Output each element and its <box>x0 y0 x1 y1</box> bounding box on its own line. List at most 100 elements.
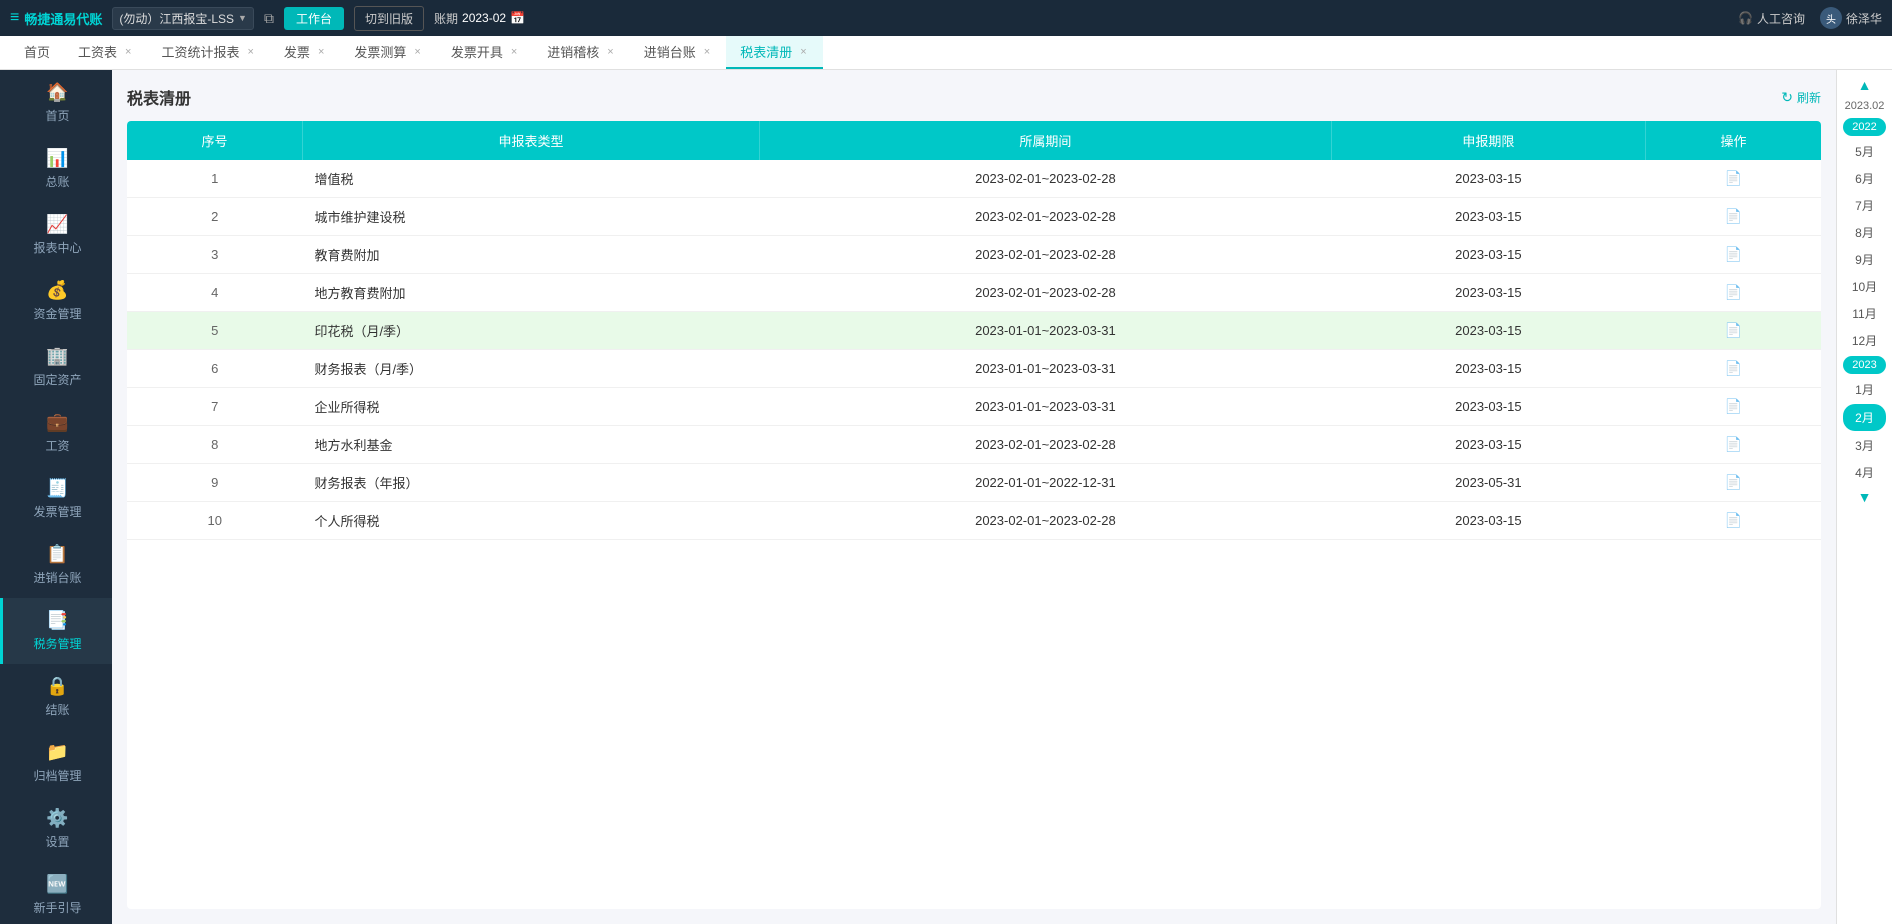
cell-action[interactable]: 📄 <box>1646 350 1821 388</box>
month-item-2022-7月[interactable]: 7月 <box>1837 192 1892 219</box>
closing-icon: 🔒 <box>46 676 68 697</box>
sidebar-item-home[interactable]: 🏠首页 <box>0 70 112 136</box>
tab-bar: 首页工资表×工资统计报表×发票×发票测算×发票开具×进销稽核×进销台账×税表清册… <box>0 36 1892 70</box>
top-bar: 畅捷通易代账 (勿动）江西报宝-LSS ⧉ 工作台 切到旧版 账期 2023-0… <box>0 0 1892 36</box>
month-item-2023-1月[interactable]: 1月 <box>1837 376 1892 403</box>
sidebar-item-ledger[interactable]: 📊总账 <box>0 136 112 202</box>
cell-type: 城市维护建设税 <box>302 198 759 236</box>
company-selector[interactable]: (勿动）江西报宝-LSS <box>112 7 254 30</box>
tab-工资统计报表[interactable]: 工资统计报表× <box>147 36 269 69</box>
row-action-icon[interactable]: 📄 <box>1725 246 1742 262</box>
sidebar: 🏠首页📊总账📈报表中心💰资金管理🏢固定资产💼工资🧾发票管理📋进销台账📑税务管理🔒… <box>0 70 112 924</box>
cell-action[interactable]: 📄 <box>1646 160 1821 198</box>
cell-deadline: 2023-03-15 <box>1331 236 1645 274</box>
cell-action[interactable]: 📄 <box>1646 274 1821 312</box>
sidebar-item-purchase[interactable]: 📋 进销台账 <box>0 532 112 598</box>
settings-icon: ⚙️ <box>46 808 68 829</box>
tab-工资表[interactable]: 工资表× <box>64 36 147 69</box>
tab-进销台账[interactable]: 进销台账× <box>630 36 726 69</box>
refresh-button[interactable]: ↻ 刷新 <box>1781 89 1821 106</box>
cell-action[interactable]: 📄 <box>1646 426 1821 464</box>
user-profile[interactable]: 头 徐泽华 <box>1820 7 1882 29</box>
sidebar-item-invoice[interactable]: 🧾发票管理 <box>0 466 112 532</box>
tab-close-工资表[interactable]: × <box>123 45 133 59</box>
copy-icon[interactable]: ⧉ <box>264 10 274 27</box>
cell-action[interactable]: 📄 <box>1646 464 1821 502</box>
sidebar-item-salary[interactable]: 💼工资 <box>0 400 112 466</box>
sidebar-label-settings: 设置 <box>45 833 69 850</box>
month-item-2022-11月[interactable]: 11月 <box>1837 300 1892 327</box>
table-row: 1增值税2023-02-01~2023-02-282023-03-15📄 <box>127 160 1821 198</box>
row-action-icon[interactable]: 📄 <box>1725 284 1742 300</box>
sidebar-item-assets[interactable]: 🏢固定资产 <box>0 334 112 400</box>
cell-deadline: 2023-03-15 <box>1331 198 1645 236</box>
sidebar-item-closing[interactable]: 🔒结账 <box>0 664 112 730</box>
sidebar-item-settings[interactable]: ⚙️ 设置 <box>0 796 112 862</box>
sidebar-item-archive[interactable]: 📁归档管理 <box>0 730 112 796</box>
row-action-icon[interactable]: 📄 <box>1725 170 1742 186</box>
tab-close-发票测算[interactable]: × <box>412 45 422 59</box>
tab-发票[interactable]: 发票× <box>270 36 340 69</box>
table-row: 9财务报表（年报）2022-01-01~2022-12-312023-05-31… <box>127 464 1821 502</box>
sidebar-label-invoice: 发票管理 <box>33 503 81 520</box>
tab-进销稽核[interactable]: 进销稽核× <box>533 36 629 69</box>
month-item-2022-10月[interactable]: 10月 <box>1837 273 1892 300</box>
panel-up-arrow[interactable]: ▲ <box>1855 74 1875 96</box>
row-action-icon[interactable]: 📄 <box>1725 398 1742 414</box>
consult-button[interactable]: 🎧 人工咨询 <box>1738 10 1805 27</box>
tab-close-税表清册[interactable]: × <box>798 45 808 59</box>
month-item-2022-9月[interactable]: 9月 <box>1837 246 1892 273</box>
cell-type: 个人所得税 <box>302 502 759 540</box>
month-item-2023-3月[interactable]: 3月 <box>1837 432 1892 459</box>
table-row: 7企业所得税2023-01-01~2023-03-312023-03-15📄 <box>127 388 1821 426</box>
cell-index: 2 <box>127 198 302 236</box>
month-item-2022-8月[interactable]: 8月 <box>1837 219 1892 246</box>
cell-deadline: 2023-05-31 <box>1331 464 1645 502</box>
row-action-icon[interactable]: 📄 <box>1725 208 1742 224</box>
panel-down-arrow[interactable]: ▼ <box>1855 486 1875 508</box>
cell-period: 2023-02-01~2023-02-28 <box>760 426 1332 464</box>
month-item-2022-12月[interactable]: 12月 <box>1837 327 1892 354</box>
month-item-2022-6月[interactable]: 6月 <box>1837 165 1892 192</box>
tab-close-工资统计报表[interactable]: × <box>245 45 255 59</box>
year-label-2023: 2023 <box>1843 356 1886 374</box>
sidebar-label-purchase: 进销台账 <box>33 569 81 586</box>
switch-old-button[interactable]: 切到旧版 <box>354 6 424 31</box>
tab-close-发票[interactable]: × <box>316 45 326 59</box>
sidebar-item-reports[interactable]: 📈报表中心 <box>0 202 112 268</box>
calendar-icon[interactable]: 📅 <box>510 11 525 25</box>
cell-action[interactable]: 📄 <box>1646 198 1821 236</box>
row-action-icon[interactable]: 📄 <box>1725 512 1742 528</box>
sidebar-item-guide[interactable]: 🆕新手引导 <box>0 862 112 924</box>
cell-action[interactable]: 📄 <box>1646 388 1821 426</box>
cell-deadline: 2023-03-15 <box>1331 350 1645 388</box>
row-action-icon[interactable]: 📄 <box>1725 474 1742 490</box>
cell-action[interactable]: 📄 <box>1646 502 1821 540</box>
month-item-2022-5月[interactable]: 5月 <box>1837 138 1892 165</box>
sidebar-item-tax[interactable]: 📑税务管理 <box>0 598 112 664</box>
month-item-2023-4月[interactable]: 4月 <box>1837 459 1892 486</box>
cell-type: 教育费附加 <box>302 236 759 274</box>
cell-index: 1 <box>127 160 302 198</box>
row-action-icon[interactable]: 📄 <box>1725 436 1742 452</box>
tab-close-进销台账[interactable]: × <box>702 45 712 59</box>
tab-close-进销稽核[interactable]: × <box>605 45 615 59</box>
cell-index: 6 <box>127 350 302 388</box>
purchase-icon: 📋 <box>46 544 68 565</box>
row-action-icon[interactable]: 📄 <box>1725 322 1742 338</box>
workbench-button[interactable]: 工作台 <box>284 7 344 30</box>
tab-发票测算[interactable]: 发票测算× <box>340 36 436 69</box>
sidebar-item-funds[interactable]: 💰资金管理 <box>0 268 112 334</box>
tab-发票开具[interactable]: 发票开具× <box>437 36 533 69</box>
cell-index: 5 <box>127 312 302 350</box>
cell-action[interactable]: 📄 <box>1646 236 1821 274</box>
month-item-2023-2月[interactable]: 2月 <box>1843 404 1886 431</box>
tab-首页[interactable]: 首页 <box>10 36 64 69</box>
cell-deadline: 2023-03-15 <box>1331 426 1645 464</box>
tab-close-发票开具[interactable]: × <box>509 45 519 59</box>
row-action-icon[interactable]: 📄 <box>1725 360 1742 376</box>
home-icon: 🏠 <box>46 82 68 103</box>
sidebar-label-archive: 归档管理 <box>33 767 81 784</box>
tab-税表清册[interactable]: 税表清册× <box>726 36 822 69</box>
cell-action[interactable]: 📄 <box>1646 312 1821 350</box>
